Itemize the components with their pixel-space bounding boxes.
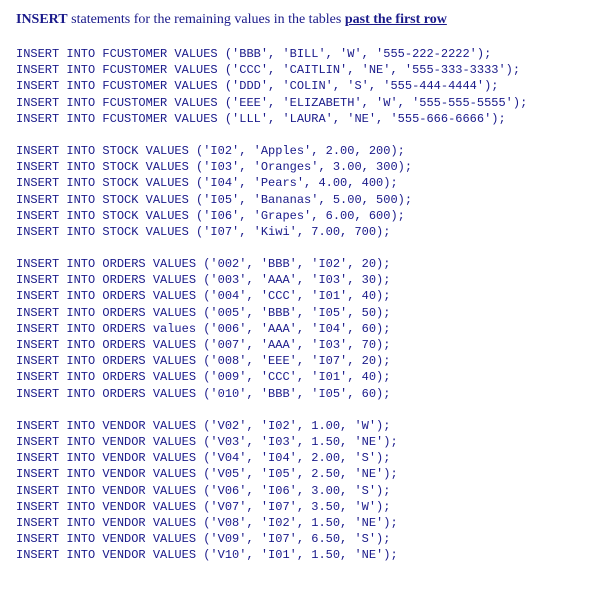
sql-statement: INSERT INTO ORDERS values ('006', 'AAA',… <box>16 321 585 337</box>
orders-block: INSERT INTO ORDERS VALUES ('002', 'BBB',… <box>16 256 585 402</box>
sql-statement: INSERT INTO FCUSTOMER VALUES ('EEE', 'EL… <box>16 95 585 111</box>
sql-statement: INSERT INTO ORDERS VALUES ('003', 'AAA',… <box>16 272 585 288</box>
sql-statement: INSERT INTO VENDOR VALUES ('V04', 'I04',… <box>16 450 585 466</box>
sql-statement: INSERT INTO VENDOR VALUES ('V06', 'I06',… <box>16 483 585 499</box>
heading-keyword: INSERT <box>16 12 68 27</box>
sql-statement: INSERT INTO STOCK VALUES ('I02', 'Apples… <box>16 143 585 159</box>
sql-statement: INSERT INTO FCUSTOMER VALUES ('CCC', 'CA… <box>16 62 585 78</box>
stock-block: INSERT INTO STOCK VALUES ('I02', 'Apples… <box>16 143 585 240</box>
sql-statement: INSERT INTO ORDERS VALUES ('005', 'BBB',… <box>16 305 585 321</box>
vendor-block: INSERT INTO VENDOR VALUES ('V02', 'I02',… <box>16 418 585 564</box>
heading-underline: past the first row <box>345 12 447 27</box>
sql-statement: INSERT INTO ORDERS VALUES ('008', 'EEE',… <box>16 353 585 369</box>
sql-statement: INSERT INTO ORDERS VALUES ('010', 'BBB',… <box>16 386 585 402</box>
sql-statement: INSERT INTO ORDERS VALUES ('002', 'BBB',… <box>16 256 585 272</box>
sql-statement: INSERT INTO VENDOR VALUES ('V03', 'I03',… <box>16 434 585 450</box>
sql-statement: INSERT INTO VENDOR VALUES ('V02', 'I02',… <box>16 418 585 434</box>
sql-statement: INSERT INTO FCUSTOMER VALUES ('LLL', 'LA… <box>16 111 585 127</box>
sql-statement: INSERT INTO FCUSTOMER VALUES ('BBB', 'BI… <box>16 46 585 62</box>
document-heading: INSERT statements for the remaining valu… <box>16 12 585 28</box>
sql-statement: INSERT INTO VENDOR VALUES ('V07', 'I07',… <box>16 499 585 515</box>
sql-statement: INSERT INTO ORDERS VALUES ('007', 'AAA',… <box>16 337 585 353</box>
sql-statement: INSERT INTO STOCK VALUES ('I07', 'Kiwi',… <box>16 224 585 240</box>
heading-mid: statements for the remaining values in t… <box>68 12 345 27</box>
sql-statement: INSERT INTO STOCK VALUES ('I04', 'Pears'… <box>16 175 585 191</box>
sql-statement: INSERT INTO STOCK VALUES ('I03', 'Orange… <box>16 159 585 175</box>
sql-statement: INSERT INTO STOCK VALUES ('I06', 'Grapes… <box>16 208 585 224</box>
sql-statement: INSERT INTO VENDOR VALUES ('V08', 'I02',… <box>16 515 585 531</box>
sql-blocks-container: INSERT INTO FCUSTOMER VALUES ('BBB', 'BI… <box>16 46 585 563</box>
sql-statement: INSERT INTO FCUSTOMER VALUES ('DDD', 'CO… <box>16 78 585 94</box>
fcustomer-block: INSERT INTO FCUSTOMER VALUES ('BBB', 'BI… <box>16 46 585 127</box>
sql-statement: INSERT INTO VENDOR VALUES ('V05', 'I05',… <box>16 466 585 482</box>
sql-statement: INSERT INTO VENDOR VALUES ('V10', 'I01',… <box>16 547 585 563</box>
sql-statement: INSERT INTO STOCK VALUES ('I05', 'Banana… <box>16 192 585 208</box>
sql-statement: INSERT INTO VENDOR VALUES ('V09', 'I07',… <box>16 531 585 547</box>
sql-statement: INSERT INTO ORDERS VALUES ('004', 'CCC',… <box>16 288 585 304</box>
sql-statement: INSERT INTO ORDERS VALUES ('009', 'CCC',… <box>16 369 585 385</box>
